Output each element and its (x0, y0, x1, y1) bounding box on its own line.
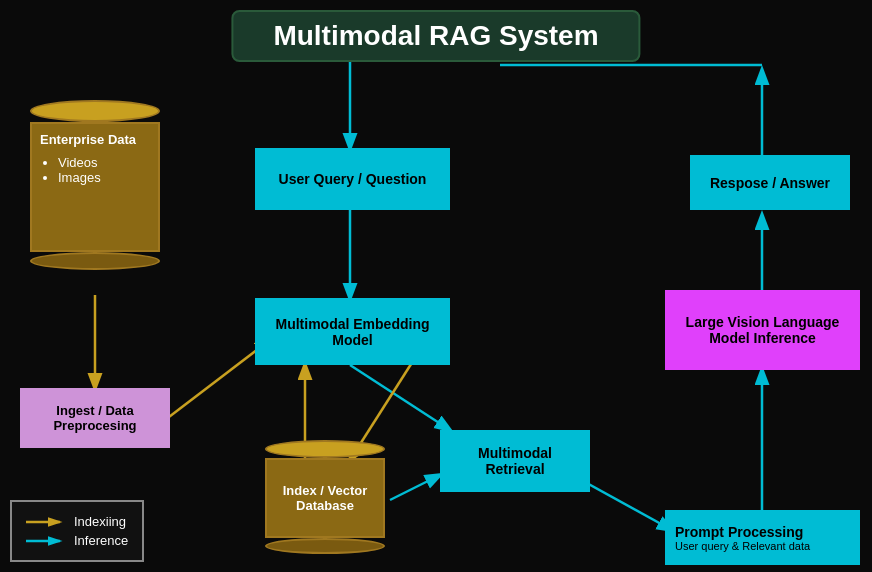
index-vector-cylinder: Index / Vector Database (265, 440, 385, 554)
multimodal-embedding-box: Multimodal Embedding Model (255, 298, 450, 365)
enterprise-data-cylinder: Enterprise Data Videos Images (30, 100, 160, 270)
svg-line-2 (350, 365, 450, 430)
ingest-box: Ingest / Data Preprocesing (20, 388, 170, 448)
prompt-title: Prompt Processing (675, 524, 803, 540)
multimodal-retrieval-box: Multimodal Retrieval (440, 430, 590, 492)
response-box: Respose / Answer (690, 155, 850, 210)
enterprise-video: Videos (58, 155, 101, 170)
user-query-box: User Query / Question (255, 148, 450, 210)
legend: Indexiing Inference (10, 500, 144, 562)
prompt-subtitle: User query & Relevant data (675, 540, 810, 552)
prompt-processing-box: Prompt Processing User query & Relevant … (665, 510, 860, 565)
enterprise-image: Images (58, 170, 101, 185)
svg-line-12 (390, 475, 440, 500)
legend-indexing: Indexiing (26, 514, 128, 529)
page-title: Multimodal RAG System (231, 10, 640, 62)
large-vision-box: Large Vision Language Model Inference (665, 290, 860, 370)
legend-inference: Inference (26, 533, 128, 548)
enterprise-title: Enterprise Data (40, 132, 150, 147)
